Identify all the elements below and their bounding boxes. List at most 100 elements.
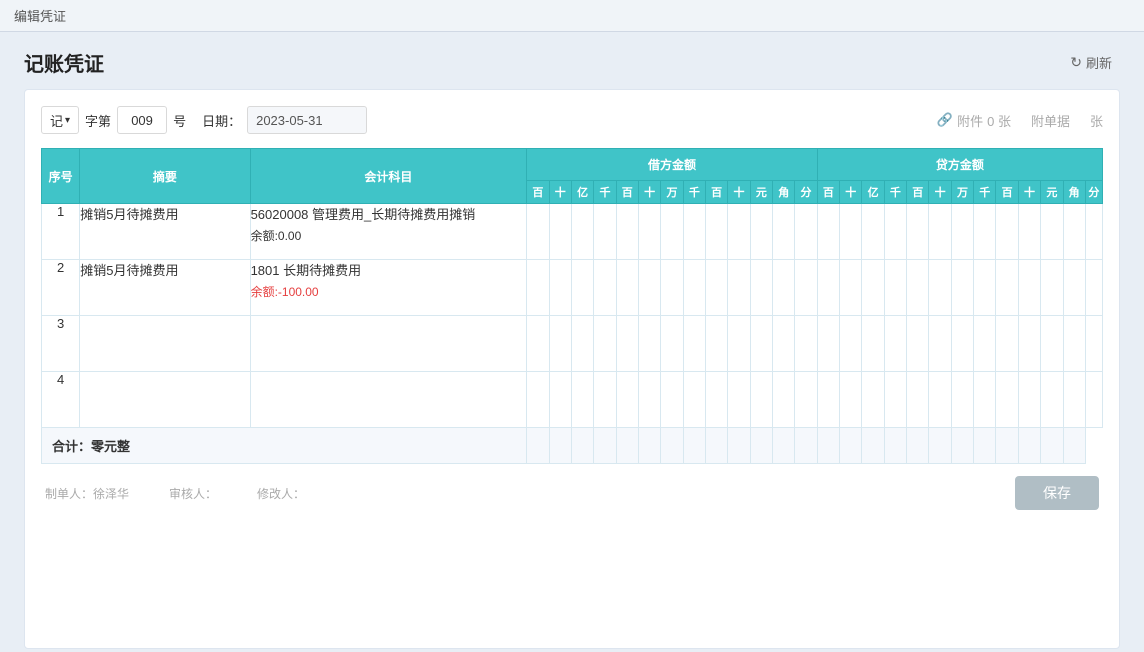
debit-col-1-4[interactable] [616,260,638,316]
attach-button[interactable]: 🔗 附件 0 张 [937,111,1011,130]
credit-col-0-10[interactable] [1041,204,1063,260]
credit-col-1-6[interactable] [951,260,973,316]
credit-col-1-7[interactable] [974,260,996,316]
credit-col-1-3[interactable] [884,260,906,316]
debit-col-0-10[interactable] [750,204,772,260]
debit-col-0-8[interactable] [706,204,728,260]
debit-col-1-0[interactable] [527,260,549,316]
credit-col-0-12[interactable] [1085,204,1102,260]
debit-col-3-1[interactable] [549,372,571,428]
credit-col-2-7[interactable] [974,316,996,372]
credit-col-1-11[interactable] [1063,260,1085,316]
debit-col-1-3[interactable] [594,260,616,316]
refresh-button[interactable]: ↻ 刷新 [1062,49,1120,76]
debit-col-2-7[interactable] [683,316,705,372]
credit-col-3-2[interactable] [862,372,884,428]
credit-col-2-6[interactable] [951,316,973,372]
debit-col-1-9[interactable] [728,260,750,316]
row-summary-1[interactable]: 摊销5月待摊费用 [80,260,250,316]
credit-col-2-5[interactable] [929,316,951,372]
debit-col-1-2[interactable] [571,260,593,316]
credit-col-0-0[interactable] [817,204,839,260]
row-account-2[interactable] [250,316,527,372]
credit-col-1-12[interactable] [1085,260,1102,316]
debit-col-0-6[interactable] [661,204,683,260]
debit-col-3-12[interactable] [795,372,817,428]
row-account-1[interactable]: 1801 长期待摊费用余额:-100.00 [250,260,527,316]
credit-col-1-5[interactable] [929,260,951,316]
debit-col-1-1[interactable] [549,260,571,316]
debit-col-1-6[interactable] [661,260,683,316]
row-summary-0[interactable]: 摊销5月待摊费用 [80,204,250,260]
debit-col-2-0[interactable] [527,316,549,372]
debit-col-3-6[interactable] [661,372,683,428]
debit-col-3-9[interactable] [728,372,750,428]
credit-col-3-8[interactable] [996,372,1018,428]
debit-col-2-1[interactable] [549,316,571,372]
debit-col-3-5[interactable] [638,372,660,428]
debit-col-0-11[interactable] [773,204,795,260]
debit-col-2-2[interactable] [571,316,593,372]
credit-col-2-0[interactable] [817,316,839,372]
credit-col-2-10[interactable] [1041,316,1063,372]
voucher-number-input[interactable] [117,106,167,134]
debit-col-0-1[interactable] [549,204,571,260]
debit-col-2-9[interactable] [728,316,750,372]
date-input[interactable] [247,106,367,134]
row-account-3[interactable] [250,372,527,428]
debit-col-3-8[interactable] [706,372,728,428]
debit-col-1-8[interactable] [706,260,728,316]
debit-col-3-4[interactable] [616,372,638,428]
credit-col-3-1[interactable] [840,372,862,428]
credit-col-0-8[interactable] [996,204,1018,260]
debit-col-3-10[interactable] [750,372,772,428]
credit-col-1-10[interactable] [1041,260,1063,316]
credit-col-0-9[interactable] [1018,204,1040,260]
debit-col-1-5[interactable] [638,260,660,316]
credit-col-1-9[interactable] [1018,260,1040,316]
credit-col-2-11[interactable] [1063,316,1085,372]
credit-col-2-3[interactable] [884,316,906,372]
credit-col-3-12[interactable] [1085,372,1102,428]
row-account-0[interactable]: 56020008 管理费用_长期待摊费用摊销余额:0.00 [250,204,527,260]
credit-col-3-4[interactable] [907,372,929,428]
row-summary-3[interactable] [80,372,250,428]
debit-col-1-12[interactable] [795,260,817,316]
row-summary-2[interactable] [80,316,250,372]
debit-col-0-0[interactable] [527,204,549,260]
credit-col-0-5[interactable] [929,204,951,260]
debit-col-3-7[interactable] [683,372,705,428]
debit-col-0-7[interactable] [683,204,705,260]
credit-col-0-4[interactable] [907,204,929,260]
debit-col-2-11[interactable] [773,316,795,372]
credit-col-3-9[interactable] [1018,372,1040,428]
credit-col-3-3[interactable] [884,372,906,428]
debit-col-2-10[interactable] [750,316,772,372]
credit-col-2-8[interactable] [996,316,1018,372]
debit-col-1-7[interactable] [683,260,705,316]
credit-col-3-7[interactable] [974,372,996,428]
credit-col-0-3[interactable] [884,204,906,260]
credit-col-1-4[interactable] [907,260,929,316]
debit-col-0-4[interactable] [616,204,638,260]
credit-col-0-7[interactable] [974,204,996,260]
debit-col-2-8[interactable] [706,316,728,372]
save-button[interactable]: 保存 [1015,476,1099,510]
debit-col-3-3[interactable] [594,372,616,428]
credit-col-0-2[interactable] [862,204,884,260]
debit-col-0-2[interactable] [571,204,593,260]
debit-col-3-2[interactable] [571,372,593,428]
debit-col-3-11[interactable] [773,372,795,428]
credit-col-0-6[interactable] [951,204,973,260]
credit-col-3-10[interactable] [1041,372,1063,428]
debit-col-2-12[interactable] [795,316,817,372]
credit-col-0-11[interactable] [1063,204,1085,260]
debit-col-1-10[interactable] [750,260,772,316]
debit-col-0-5[interactable] [638,204,660,260]
credit-col-3-5[interactable] [929,372,951,428]
credit-col-2-12[interactable] [1085,316,1102,372]
credit-col-3-6[interactable] [951,372,973,428]
debit-col-0-3[interactable] [594,204,616,260]
credit-col-2-4[interactable] [907,316,929,372]
debit-col-1-11[interactable] [773,260,795,316]
